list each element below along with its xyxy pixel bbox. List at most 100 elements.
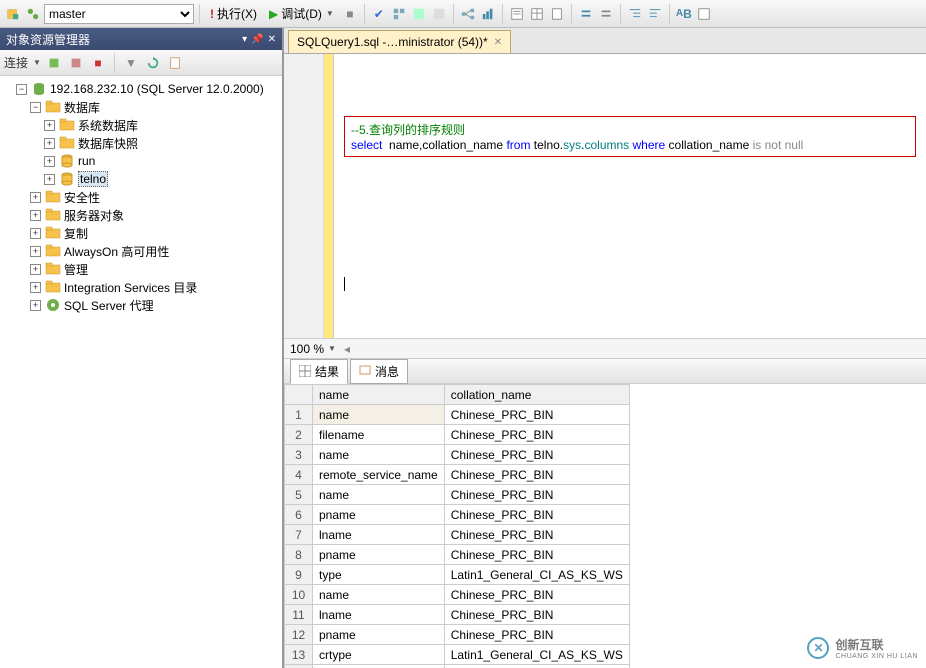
comment-icon[interactable] (577, 5, 595, 23)
connect-label[interactable]: 连接 (4, 54, 28, 71)
row-number[interactable]: 4 (285, 465, 313, 485)
estimated-plan-icon[interactable] (390, 5, 408, 23)
tree-snapshot-node[interactable]: +数据库快照 (2, 134, 280, 152)
template-params-icon[interactable] (695, 5, 713, 23)
refresh-icon[interactable] (144, 54, 162, 72)
grid-cell[interactable]: name (313, 665, 445, 668)
grid-cell[interactable]: Latin1_General_CI_AS_KS_WS (444, 565, 629, 585)
stop-icon-2[interactable]: ■ (89, 54, 107, 72)
results-tab[interactable]: 结果 (290, 359, 348, 384)
results-grid-wrap[interactable]: name collation_name 1nameChinese_PRC_BIN… (284, 384, 926, 668)
client-stats-icon[interactable] (479, 5, 497, 23)
grid-cell[interactable]: Chinese_PRC_BIN (444, 525, 629, 545)
row-number[interactable]: 8 (285, 545, 313, 565)
row-number[interactable]: 6 (285, 505, 313, 525)
grid-cell[interactable]: lname (313, 525, 445, 545)
grid-cell[interactable]: Chinese_PRC_BIN (444, 425, 629, 445)
table-row[interactable]: 11lnameChinese_PRC_BIN (285, 605, 630, 625)
grid-corner[interactable] (285, 385, 313, 405)
panel-pin-icon[interactable]: 📌 (251, 34, 263, 45)
stop-icon[interactable]: ■ (341, 5, 359, 23)
tree-management-node[interactable]: +管理 (2, 260, 280, 278)
grid-cell[interactable]: pname (313, 545, 445, 565)
tree-security-node[interactable]: +安全性 (2, 188, 280, 206)
new-query-icon[interactable] (4, 5, 22, 23)
col-header-1[interactable]: collation_name (444, 385, 629, 405)
row-number[interactable]: 12 (285, 625, 313, 645)
table-row[interactable]: 3nameChinese_PRC_BIN (285, 445, 630, 465)
table-row[interactable]: 12pnameChinese_PRC_BIN (285, 625, 630, 645)
parse-icon[interactable]: ✔ (370, 5, 388, 23)
grid-cell[interactable]: name (313, 485, 445, 505)
tree-replication-node[interactable]: +复制 (2, 224, 280, 242)
table-row[interactable]: 6pnameChinese_PRC_BIN (285, 505, 630, 525)
change-connection-icon[interactable] (24, 5, 42, 23)
connect-icon[interactable] (45, 54, 63, 72)
messages-tab[interactable]: 消息 (350, 359, 408, 384)
splitter-left-icon[interactable]: ◂ (344, 342, 350, 356)
object-tree[interactable]: −192.168.232.10 (SQL Server 12.0.2000) −… (0, 76, 282, 668)
row-number[interactable]: 13 (285, 645, 313, 665)
table-row[interactable]: 7lnameChinese_PRC_BIN (285, 525, 630, 545)
panel-dropdown-icon[interactable]: ▾ (242, 34, 247, 45)
code-area[interactable]: --5.查询列的排序规则 select name,collation_name … (334, 54, 926, 338)
tree-serverobj-node[interactable]: +服务器对象 (2, 206, 280, 224)
row-number[interactable]: 14 (285, 665, 313, 668)
row-number[interactable]: 3 (285, 445, 313, 465)
grid-cell[interactable]: lname (313, 605, 445, 625)
execute-button[interactable]: ! 执行(X) (205, 3, 262, 24)
grid-cell[interactable]: Chinese_PRC_BIN (444, 505, 629, 525)
table-row[interactable]: 9typeLatin1_General_CI_AS_KS_WS (285, 565, 630, 585)
grid-cell[interactable]: Chinese_PRC_BIN (444, 585, 629, 605)
table-row[interactable]: 10nameChinese_PRC_BIN (285, 585, 630, 605)
zoom-dropdown-icon[interactable]: ▼ (328, 344, 336, 353)
grid-cell[interactable]: name (313, 405, 445, 425)
grid-cell[interactable]: filename (313, 425, 445, 445)
grid-cell[interactable]: name (313, 445, 445, 465)
grid-cell[interactable]: Chinese_PRC_BIN (444, 605, 629, 625)
grid-cell[interactable]: Chinese_PRC_BIN (444, 665, 629, 668)
results-file-icon[interactable] (548, 5, 566, 23)
tree-sysdb-node[interactable]: +系统数据库 (2, 116, 280, 134)
include-plan-icon[interactable] (459, 5, 477, 23)
results-grid[interactable]: name collation_name 1nameChinese_PRC_BIN… (284, 384, 630, 668)
grid-cell[interactable]: Chinese_PRC_BIN (444, 545, 629, 565)
specify-template-icon[interactable]: AB (675, 5, 693, 23)
row-number[interactable]: 5 (285, 485, 313, 505)
table-row[interactable]: 2filenameChinese_PRC_BIN (285, 425, 630, 445)
results-text-icon[interactable] (508, 5, 526, 23)
tree-databases-node[interactable]: −数据库 (2, 98, 280, 116)
grid-cell[interactable]: Chinese_PRC_BIN (444, 465, 629, 485)
tree-db-run[interactable]: +run (2, 152, 280, 170)
database-select[interactable]: master (44, 4, 194, 24)
row-number[interactable]: 1 (285, 405, 313, 425)
grid-cell[interactable]: pname (313, 625, 445, 645)
grid-cell[interactable]: crtype (313, 645, 445, 665)
debug-button[interactable]: ▶ 调试(D) ▼ (264, 3, 339, 24)
grid-cell[interactable]: name (313, 585, 445, 605)
table-row[interactable]: 5nameChinese_PRC_BIN (285, 485, 630, 505)
document-tab-active[interactable]: SQLQuery1.sql -…ministrator (54))* ✕ (288, 30, 511, 53)
grid-cell[interactable]: Chinese_PRC_BIN (444, 485, 629, 505)
row-number[interactable]: 9 (285, 565, 313, 585)
table-row[interactable]: 13crtypeLatin1_General_CI_AS_KS_WS (285, 645, 630, 665)
grid-cell[interactable]: Chinese_PRC_BIN (444, 625, 629, 645)
grid-cell[interactable]: pname (313, 505, 445, 525)
intellisense-icon[interactable] (430, 5, 448, 23)
tab-close-icon[interactable]: ✕ (494, 37, 502, 48)
indent-icon[interactable] (626, 5, 644, 23)
tree-server-node[interactable]: −192.168.232.10 (SQL Server 12.0.2000) (2, 80, 280, 98)
grid-cell[interactable]: type (313, 565, 445, 585)
grid-cell[interactable]: Chinese_PRC_BIN (444, 405, 629, 425)
grid-cell[interactable]: Latin1_General_CI_AS_KS_WS (444, 645, 629, 665)
uncomment-icon[interactable] (597, 5, 615, 23)
grid-cell[interactable]: remote_service_name (313, 465, 445, 485)
table-row[interactable]: 8pnameChinese_PRC_BIN (285, 545, 630, 565)
zoom-value[interactable]: 100 % (290, 342, 324, 356)
table-row[interactable]: 4remote_service_nameChinese_PRC_BIN (285, 465, 630, 485)
filter-icon[interactable]: ▼ (122, 54, 140, 72)
row-number[interactable]: 7 (285, 525, 313, 545)
sql-editor[interactable]: --5.查询列的排序规则 select name,collation_name … (284, 54, 926, 338)
outdent-icon[interactable] (646, 5, 664, 23)
row-number[interactable]: 11 (285, 605, 313, 625)
